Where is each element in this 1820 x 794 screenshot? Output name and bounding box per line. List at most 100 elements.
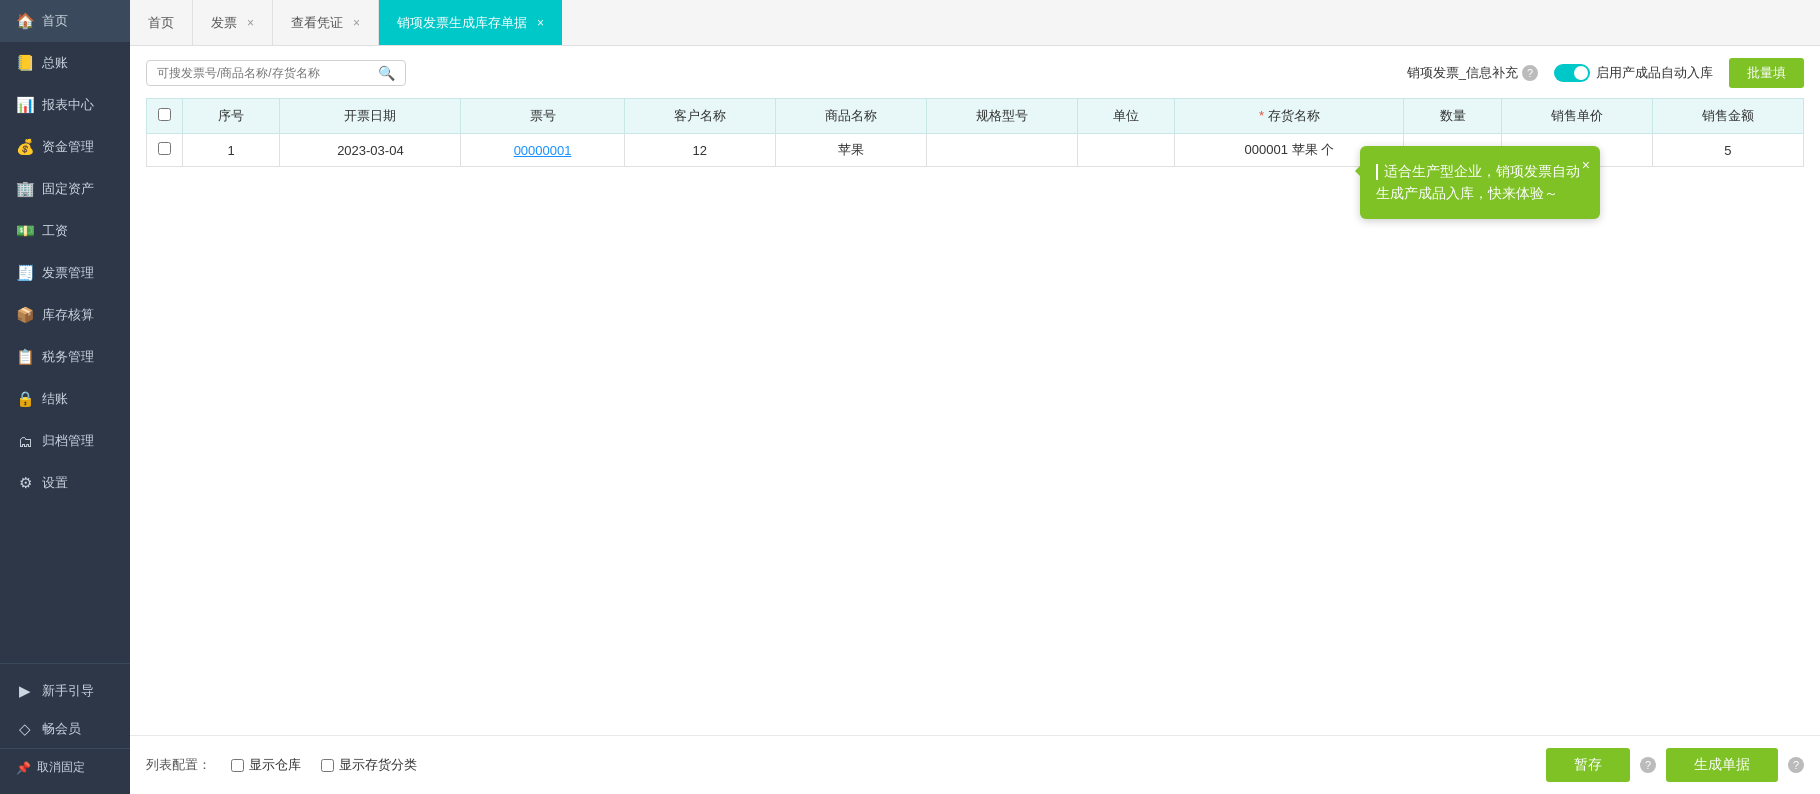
toggle-label: 启用产成品自动入库 xyxy=(1596,64,1713,82)
sidebar-item-settings[interactable]: ⚙ 设置 xyxy=(0,462,130,504)
generate-button[interactable]: 生成单据 xyxy=(1666,748,1778,782)
reports-icon: 📊 xyxy=(16,96,34,114)
sidebar: 🏠 首页 📒 总账 📊 报表中心 💰 资金管理 🏢 固定资产 💵 工资 🧾 发票… xyxy=(0,0,130,794)
sidebar-item-label: 报表中心 xyxy=(42,96,94,114)
toolbar-row: 🔍 销项发票_信息补充 ? 启用产成品自动入库 批量填 xyxy=(146,58,1804,88)
row-customer: 12 xyxy=(624,134,775,167)
th-quantity: 数量 xyxy=(1404,99,1501,134)
save-button[interactable]: 暂存 xyxy=(1546,748,1630,782)
bottom-bar: 列表配置： 显示仓库 显示存货分类 暂存 ? 生成单据 ? xyxy=(130,735,1820,794)
th-unit: 单位 xyxy=(1078,99,1175,134)
info-label-text: 销项发票_信息补充 xyxy=(1407,64,1518,82)
tooltip-close-button[interactable]: × xyxy=(1582,154,1590,176)
tab-generate-label: 销项发票生成库存单据 xyxy=(397,14,527,32)
config-label: 列表配置： xyxy=(146,756,211,774)
content-area: 🔍 销项发票_信息补充 ? 启用产成品自动入库 批量填 xyxy=(130,46,1820,735)
th-spec: 规格型号 xyxy=(926,99,1077,134)
table-header: 序号 开票日期 票号 客户名称 商品名称 规格型号 单位 存货名称 数量 销售单… xyxy=(147,99,1804,134)
th-seq: 序号 xyxy=(183,99,280,134)
show-warehouse-checkbox[interactable]: 显示仓库 xyxy=(231,756,301,774)
sidebar-item-closing[interactable]: 🔒 结账 xyxy=(0,378,130,420)
tooltip-popup: × 适合生产型企业，销项发票自动生成产成品入库，快来体验～ xyxy=(1360,146,1600,219)
tab-home-label: 首页 xyxy=(148,14,174,32)
show-warehouse-label: 显示仓库 xyxy=(249,756,301,774)
row-product: 苹果 xyxy=(775,134,926,167)
tab-voucher[interactable]: 查看凭证 × xyxy=(273,0,379,45)
batch-fill-button[interactable]: 批量填 xyxy=(1729,58,1804,88)
row-date: 2023-03-04 xyxy=(280,134,461,167)
guide-icon: ▶ xyxy=(16,682,34,700)
tab-bar: 首页 发票 × 查看凭证 × 销项发票生成库存单据 × xyxy=(130,0,1820,46)
tab-home[interactable]: 首页 xyxy=(130,0,193,45)
sidebar-item-member[interactable]: ◇ 畅会员 xyxy=(0,710,130,748)
sidebar-item-archive[interactable]: 🗂 归档管理 xyxy=(0,420,130,462)
save-info-icon[interactable]: ? xyxy=(1640,757,1656,773)
toolbar-right: 销项发票_信息补充 ? 启用产成品自动入库 批量填 xyxy=(1407,58,1804,88)
th-invoice-no: 票号 xyxy=(461,99,624,134)
info-label: 销项发票_信息补充 ? xyxy=(1407,64,1538,82)
row-checkbox-cell xyxy=(147,134,183,167)
row-seq: 1 xyxy=(183,134,280,167)
info-icon[interactable]: ? xyxy=(1522,65,1538,81)
sidebar-item-reports[interactable]: 📊 报表中心 xyxy=(0,84,130,126)
row-spec xyxy=(926,134,1077,167)
row-unit xyxy=(1078,134,1175,167)
unpin-button[interactable]: 📌 取消固定 xyxy=(0,748,130,786)
row-invoice-no[interactable]: 00000001 xyxy=(461,134,624,167)
sidebar-item-home[interactable]: 🏠 首页 xyxy=(0,0,130,42)
th-date: 开票日期 xyxy=(280,99,461,134)
tab-invoice-close[interactable]: × xyxy=(247,16,254,30)
sidebar-item-tax[interactable]: 📋 税务管理 xyxy=(0,336,130,378)
th-inventory: 存货名称 xyxy=(1175,99,1404,134)
auto-warehouse-toggle[interactable] xyxy=(1554,64,1590,82)
salary-icon: 💵 xyxy=(16,222,34,240)
show-category-checkbox[interactable]: 显示存货分类 xyxy=(321,756,417,774)
assets-icon: 🏢 xyxy=(16,180,34,198)
search-icon[interactable]: 🔍 xyxy=(378,65,395,81)
sidebar-item-label: 结账 xyxy=(42,390,68,408)
bottom-bar-actions: 暂存 ? 生成单据 ? xyxy=(1546,748,1804,782)
row-amount: 5 xyxy=(1652,134,1803,167)
warehouse-checkbox-input[interactable] xyxy=(231,759,244,772)
sidebar-item-label: 发票管理 xyxy=(42,264,94,282)
unpin-label: 取消固定 xyxy=(37,759,85,776)
category-checkbox-input[interactable] xyxy=(321,759,334,772)
sidebar-item-salary[interactable]: 💵 工资 xyxy=(0,210,130,252)
th-product: 商品名称 xyxy=(775,99,926,134)
sidebar-item-funds[interactable]: 💰 资金管理 xyxy=(0,126,130,168)
th-unit-price: 销售单价 xyxy=(1501,99,1652,134)
tab-invoice[interactable]: 发票 × xyxy=(193,0,273,45)
archive-icon: 🗂 xyxy=(16,433,34,450)
tab-generate[interactable]: 销项发票生成库存单据 × xyxy=(379,0,562,45)
tab-voucher-label: 查看凭证 xyxy=(291,14,343,32)
search-box[interactable]: 🔍 xyxy=(146,60,406,86)
invoice-icon: 🧾 xyxy=(16,264,34,282)
sidebar-item-label: 资金管理 xyxy=(42,138,94,156)
inventory-icon: 📦 xyxy=(16,306,34,324)
th-checkbox xyxy=(147,99,183,134)
tab-generate-close[interactable]: × xyxy=(537,16,544,30)
toggle-wrap: 启用产成品自动入库 xyxy=(1554,64,1713,82)
sidebar-bottom: ▶ 新手引导 ◇ 畅会员 📌 取消固定 xyxy=(0,663,130,794)
sidebar-item-inventory[interactable]: 📦 库存核算 xyxy=(0,294,130,336)
search-input[interactable] xyxy=(157,66,372,80)
ledger-icon: 📒 xyxy=(16,54,34,72)
settings-icon: ⚙ xyxy=(16,474,34,492)
tab-voucher-close[interactable]: × xyxy=(353,16,360,30)
row-checkbox[interactable] xyxy=(158,142,171,155)
home-icon: 🏠 xyxy=(16,12,34,30)
sidebar-item-label: 设置 xyxy=(42,474,68,492)
generate-info-icon[interactable]: ? xyxy=(1788,757,1804,773)
sidebar-item-ledger[interactable]: 📒 总账 xyxy=(0,42,130,84)
funds-icon: 💰 xyxy=(16,138,34,156)
closing-icon: 🔒 xyxy=(16,390,34,408)
sidebar-item-invoice[interactable]: 🧾 发票管理 xyxy=(0,252,130,294)
pin-icon: 📌 xyxy=(16,761,31,775)
select-all-checkbox[interactable] xyxy=(158,108,171,121)
member-icon: ◇ xyxy=(16,720,34,738)
tooltip-text: 适合生产型企业，销项发票自动生成产成品入库，快来体验～ xyxy=(1376,163,1580,201)
tax-icon: 📋 xyxy=(16,348,34,366)
sidebar-item-label: 畅会员 xyxy=(42,720,81,738)
sidebar-item-guide[interactable]: ▶ 新手引导 xyxy=(0,672,130,710)
sidebar-item-assets[interactable]: 🏢 固定资产 xyxy=(0,168,130,210)
